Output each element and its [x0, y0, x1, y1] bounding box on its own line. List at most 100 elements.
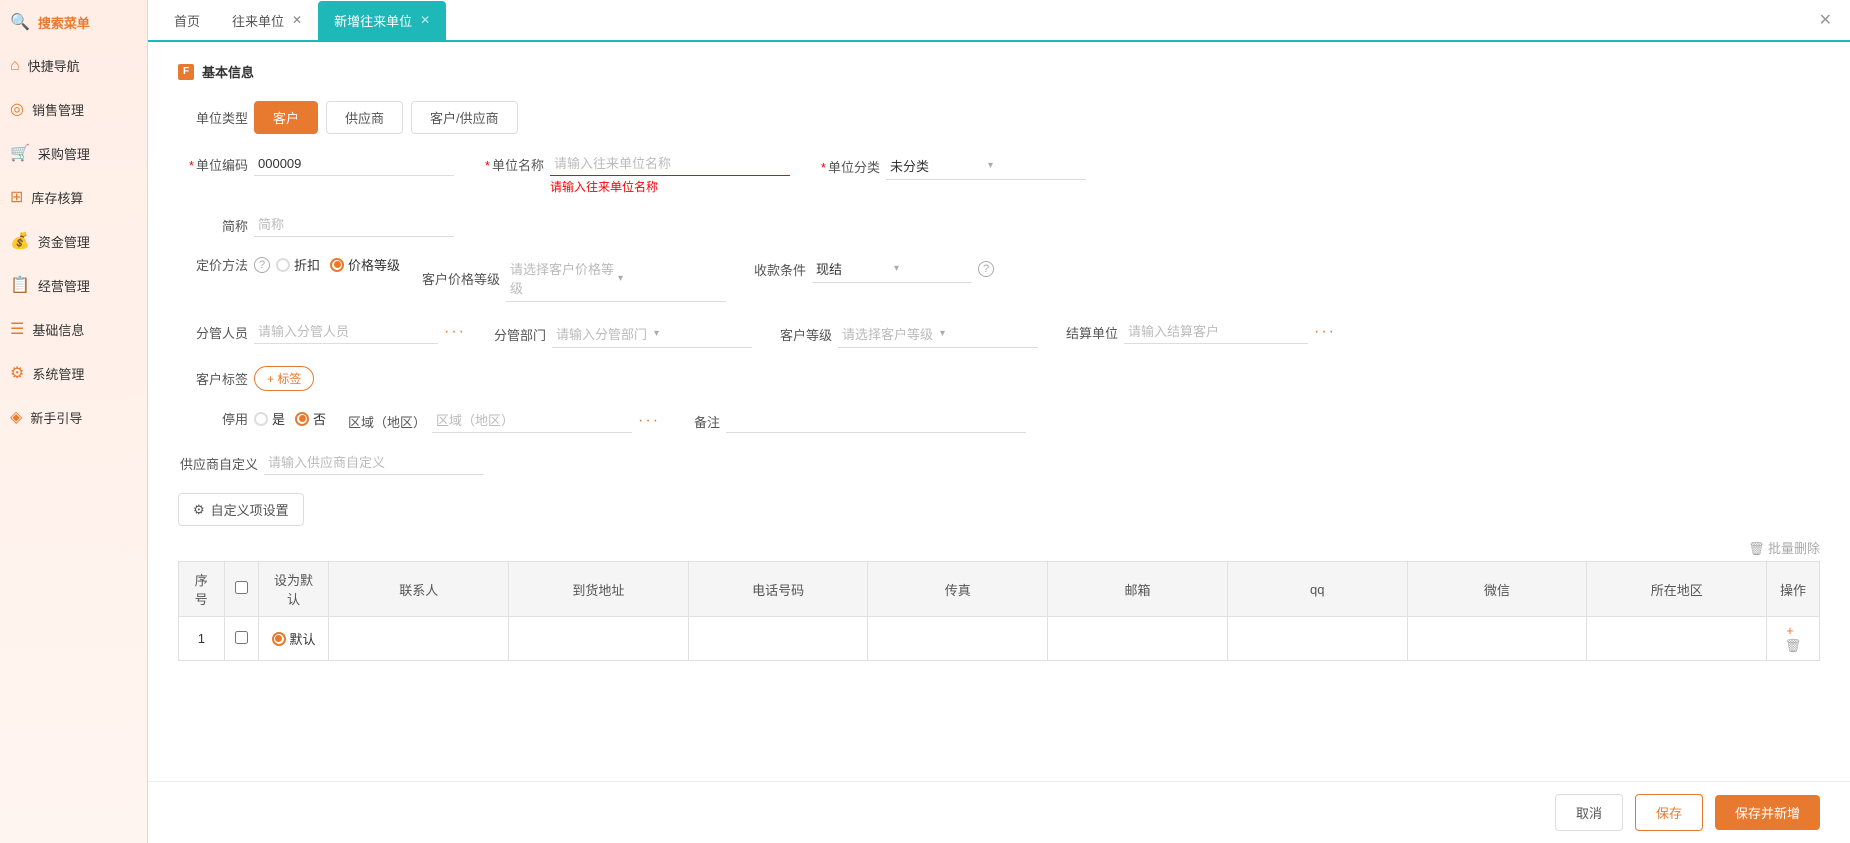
unit-category-value: 未分类	[890, 156, 984, 175]
supplier-custom-input[interactable]	[264, 451, 484, 475]
unit-category-select[interactable]: 未分类 ▾	[886, 152, 1086, 180]
section-icon: F	[178, 64, 194, 80]
abbr-input[interactable]	[254, 213, 454, 237]
payment-value: 现结	[816, 259, 890, 278]
dept-placeholder: 请输入分管部门	[556, 324, 650, 343]
cell-contact[interactable]	[329, 617, 509, 661]
tag-field: 客户标签 + 标签	[178, 366, 314, 391]
custom-settings-button[interactable]: ⚙ 自定义项设置	[178, 493, 304, 526]
payment-select[interactable]: 现结 ▾	[812, 255, 972, 283]
pricing-help-icon[interactable]: ?	[254, 257, 270, 273]
default-radio[interactable]: 默认	[269, 629, 319, 648]
cell-email[interactable]	[1048, 617, 1228, 661]
radio-price-level[interactable]: 价格等级	[330, 255, 400, 274]
region-field: 区域（地区） ···	[346, 409, 660, 433]
payment-help-icon[interactable]: ?	[978, 261, 994, 277]
unit-name-input[interactable]	[550, 152, 790, 176]
finance-icon: 💰	[10, 231, 30, 251]
select-all-checkbox[interactable]	[235, 581, 248, 594]
cell-wechat[interactable]	[1407, 617, 1587, 661]
sidebar-item-finance[interactable]: 💰 资金管理	[0, 219, 147, 263]
inventory-icon: ⊞	[10, 187, 23, 207]
sidebar-item-operations[interactable]: 📋 经营管理	[0, 263, 147, 307]
remark-input[interactable]	[726, 409, 1026, 433]
address-input[interactable]	[519, 631, 678, 646]
row-region-input[interactable]	[1597, 631, 1756, 646]
row-delete-btn[interactable]: 🗑	[1785, 638, 1802, 653]
th-phone: 电话号码	[688, 562, 868, 617]
cell-action: + 🗑	[1767, 617, 1820, 661]
settlement-input[interactable]	[1124, 320, 1308, 344]
radio-no[interactable]: 否	[295, 409, 326, 428]
cell-seq: 1	[179, 617, 225, 661]
abbr-field: 简称	[178, 213, 454, 237]
sidebar-item-label: 新手引导	[30, 408, 82, 427]
region-input[interactable]	[432, 409, 632, 433]
type-btn-customer[interactable]: 客户	[254, 101, 318, 134]
manager-row: 分管人员 ··· 分管部门 请输入分管部门 ▾ 客户等级 请选择客户等级 ▾ 结…	[178, 320, 1820, 348]
customer-level-placeholder: 请选择客户等级	[842, 324, 936, 343]
th-default: 设为默认	[258, 562, 329, 617]
fax-input[interactable]	[878, 631, 1037, 646]
settlement-label: 结算单位	[1058, 323, 1118, 342]
pricing-field: 定价方法 ? 折扣 价格等级	[178, 255, 400, 274]
unit-code-label: 单位编码	[178, 155, 248, 174]
window-close-button[interactable]: ✕	[1811, 6, 1840, 34]
cell-address[interactable]	[509, 617, 689, 661]
wechat-input[interactable]	[1418, 631, 1577, 646]
cancel-button[interactable]: 取消	[1555, 794, 1623, 831]
row-checkbox[interactable]	[235, 631, 248, 644]
qq-input[interactable]	[1238, 631, 1397, 646]
type-btn-both[interactable]: 客户/供应商	[411, 101, 518, 134]
save-new-button[interactable]: 保存并新增	[1715, 795, 1820, 830]
cell-fax[interactable]	[868, 617, 1048, 661]
radio-no-circle	[295, 412, 309, 426]
default-radio-circle	[272, 632, 286, 646]
disabled-label: 停用	[178, 409, 248, 428]
tag-row: 客户标签 + 标签	[178, 366, 1820, 391]
batch-delete-btn[interactable]: 🗑 批量删除	[178, 538, 1820, 557]
sidebar-item-label: 基础信息	[32, 320, 84, 339]
manager-more-btn[interactable]: ···	[444, 323, 466, 341]
tab-home[interactable]: 首页	[158, 1, 216, 40]
unit-code-input[interactable]	[254, 152, 454, 176]
sidebar-item-inventory[interactable]: ⊞ 库存核算	[0, 175, 147, 219]
cell-checkbox	[224, 617, 258, 661]
contact-input[interactable]	[339, 631, 498, 646]
sidebar-item-basic-info[interactable]: ☰ 基础信息	[0, 307, 147, 351]
unit-type-field: 单位类型 客户 供应商 客户/供应商	[178, 101, 518, 134]
customer-level-select[interactable]: 请选择客户等级 ▾	[838, 320, 1038, 348]
sidebar-item-system[interactable]: ⚙ 系统管理	[0, 351, 147, 395]
phone-input[interactable]	[699, 631, 858, 646]
row-add-btn[interactable]: +	[1786, 623, 1794, 638]
unit-code-field: 单位编码	[178, 152, 454, 176]
sidebar-item-sales[interactable]: ◎ 销售管理	[0, 87, 147, 131]
cell-qq[interactable]	[1227, 617, 1407, 661]
email-input[interactable]	[1058, 631, 1217, 646]
type-btn-group: 客户 供应商 客户/供应商	[254, 101, 518, 134]
tab-new-partner[interactable]: 新增往来单位 ✕	[318, 1, 446, 40]
type-btn-supplier[interactable]: 供应商	[326, 101, 403, 134]
dept-select[interactable]: 请输入分管部门 ▾	[552, 320, 752, 348]
sidebar-search[interactable]: 🔍 搜索菜单	[0, 0, 147, 44]
tab-partner-close[interactable]: ✕	[292, 13, 302, 27]
basic-info-icon: ☰	[10, 319, 24, 339]
tag-add-button[interactable]: + 标签	[254, 366, 314, 391]
settlement-more-btn[interactable]: ···	[1314, 323, 1336, 341]
tab-new-partner-close[interactable]: ✕	[420, 13, 430, 27]
sidebar-item-guide[interactable]: ◈ 新手引导	[0, 395, 147, 439]
cell-phone[interactable]	[688, 617, 868, 661]
dept-label: 分管部门	[486, 325, 546, 344]
cell-region[interactable]	[1587, 617, 1767, 661]
sidebar-item-quick-nav[interactable]: ⌂ 快捷导航	[0, 44, 147, 87]
manager-input[interactable]	[254, 320, 438, 344]
tab-partner[interactable]: 往来单位 ✕	[216, 1, 318, 40]
radio-yes[interactable]: 是	[254, 409, 285, 428]
save-button[interactable]: 保存	[1635, 794, 1703, 831]
sidebar-item-purchase[interactable]: 🛒 采购管理	[0, 131, 147, 175]
unit-category-label: 单位分类	[810, 157, 880, 176]
radio-discount[interactable]: 折扣	[276, 255, 320, 274]
sales-icon: ◎	[10, 99, 24, 119]
region-more-btn[interactable]: ···	[638, 412, 660, 430]
customer-price-select[interactable]: 请选择客户价格等级 ▾	[506, 255, 726, 302]
